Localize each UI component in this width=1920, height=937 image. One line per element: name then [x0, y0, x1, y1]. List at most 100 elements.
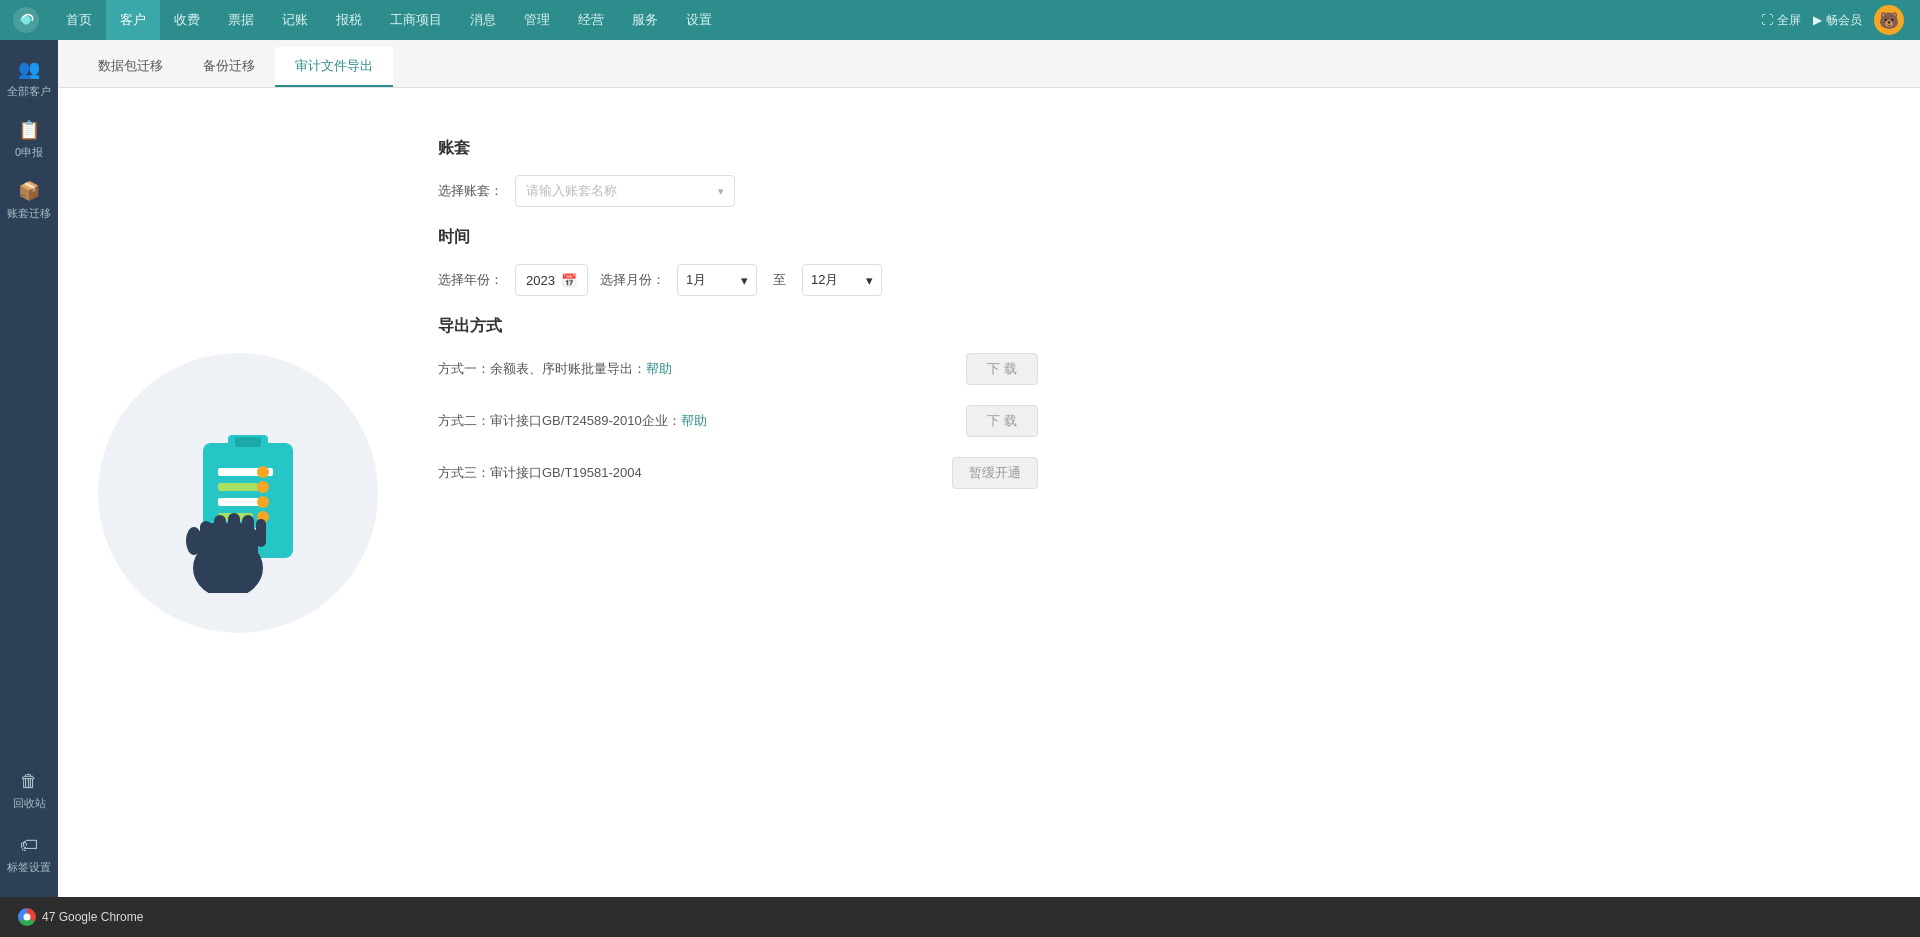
- export-method-1: 方式一：余额表、序时账批量导出：帮助 下 载: [438, 353, 1038, 385]
- export-method-1-label: 方式一：余额表、序时账批量导出：: [438, 361, 646, 376]
- time-row: 选择年份： 2023 📅 选择月份： 1月 ▾ 至 12月 ▾: [438, 264, 1038, 296]
- svg-rect-12: [235, 437, 261, 447]
- svg-rect-19: [256, 519, 266, 547]
- account-select-row: 选择账套： 请输入账套名称 ▾: [438, 175, 1038, 207]
- svg-point-7: [257, 466, 269, 478]
- page-content: 账套 选择账套： 请输入账套名称 ▾ 时间 选择年份： 2023 📅: [58, 88, 1920, 897]
- sidebar-label-account-migration: 账套迁移: [7, 206, 51, 221]
- export-method-2-text: 方式二：审计接口GB/T24589-2010企业：帮助: [438, 412, 707, 430]
- sidebar-item-trash[interactable]: 🗑 回收站: [3, 761, 55, 821]
- tag-icon: 🏷: [20, 835, 38, 856]
- audit-illustration: [148, 393, 328, 593]
- user-avatar[interactable]: 🐻: [1874, 5, 1904, 35]
- export-method-3: 方式三：审计接口GB/T19581-2004 暂缓开通: [438, 457, 1038, 489]
- top-nav: 首页 客户 收费 票据 记账 报税 工商项目 消息 管理 经营 服务 设置 ⛶ …: [0, 0, 1920, 40]
- nav-customer[interactable]: 客户: [106, 0, 160, 40]
- sidebar-item-zero-declaration[interactable]: 📋 0申报: [0, 109, 58, 170]
- tab-bar: 数据包迁移 备份迁移 审计文件导出: [58, 40, 1920, 88]
- fullscreen-button[interactable]: ⛶ 全屏: [1761, 12, 1801, 29]
- fullscreen-icon: ⛶: [1761, 13, 1773, 27]
- nav-settings[interactable]: 设置: [672, 0, 726, 40]
- end-month-value: 12月: [811, 271, 838, 289]
- export-method-2: 方式二：审计接口GB/T24589-2010企业：帮助 下 载: [438, 405, 1038, 437]
- tab-audit-export[interactable]: 审计文件导出: [275, 47, 393, 87]
- download-button-2[interactable]: 下 载: [966, 405, 1038, 437]
- export-method-2-label: 方式二：审计接口GB/T24589-2010企业：: [438, 413, 681, 428]
- svg-rect-18: [242, 515, 254, 550]
- month-label: 选择月份：: [600, 271, 665, 289]
- taskbar-chrome[interactable]: 47 Google Chrome: [8, 904, 153, 930]
- illustration-circle: [98, 353, 378, 633]
- account-select[interactable]: 请输入账套名称 ▾: [515, 175, 735, 207]
- start-month-chevron-icon: ▾: [741, 273, 748, 288]
- export-section-title: 导出方式: [438, 316, 1038, 337]
- nav-operation[interactable]: 经营: [564, 0, 618, 40]
- sidebar-label-trash: 回收站: [13, 796, 46, 811]
- nav-items: 首页 客户 收费 票据 记账 报税 工商项目 消息 管理 经营 服务 设置: [52, 0, 1761, 40]
- svg-rect-3: [218, 483, 258, 491]
- calendar-icon: 📅: [561, 273, 577, 288]
- nav-message[interactable]: 消息: [456, 0, 510, 40]
- content-area: 数据包迁移 备份迁移 审计文件导出: [58, 40, 1920, 897]
- start-month-select[interactable]: 1月 ▾: [677, 264, 757, 296]
- svg-point-20: [186, 527, 202, 555]
- chrome-icon: [18, 908, 36, 926]
- download-button-1[interactable]: 下 载: [966, 353, 1038, 385]
- tab-data-migration[interactable]: 数据包迁移: [78, 47, 183, 87]
- all-customers-icon: 👥: [18, 58, 40, 80]
- nav-tax[interactable]: 报税: [322, 0, 376, 40]
- nav-invoice[interactable]: 票据: [214, 0, 268, 40]
- sidebar-item-account-migration[interactable]: 📦 账套迁移: [0, 170, 58, 231]
- sidebar: 👥 全部客户 📋 0申报 📦 账套迁移 🗑 回收站 🏷 标签设置: [0, 40, 58, 897]
- top-nav-right: ⛶ 全屏 ▶ 畅会员 🐻: [1761, 5, 1920, 35]
- account-section-title: 账套: [438, 138, 1038, 159]
- member-icon: ▶: [1813, 13, 1822, 27]
- sidebar-label-zero-declaration: 0申报: [15, 145, 43, 160]
- export-method-3-text: 方式三：审计接口GB/T19581-2004: [438, 464, 642, 482]
- fullscreen-label: 全屏: [1777, 12, 1801, 29]
- year-label: 选择年份：: [438, 271, 503, 289]
- sidebar-label-all-customers: 全部客户: [7, 84, 51, 99]
- nav-bookkeeping[interactable]: 记账: [268, 0, 322, 40]
- account-select-placeholder: 请输入账套名称: [526, 182, 718, 200]
- trash-icon: 🗑: [20, 771, 38, 792]
- tab-backup-migration[interactable]: 备份迁移: [183, 47, 275, 87]
- nav-manage[interactable]: 管理: [510, 0, 564, 40]
- year-input[interactable]: 2023 📅: [515, 264, 588, 296]
- form-area: 账套 选择账套： 请输入账套名称 ▾ 时间 选择年份： 2023 📅: [438, 118, 1038, 867]
- end-month-select[interactable]: 12月 ▾: [802, 264, 882, 296]
- time-section-title: 时间: [438, 227, 1038, 248]
- taskbar-chrome-label: 47 Google Chrome: [42, 910, 143, 924]
- svg-rect-17: [228, 513, 240, 551]
- export-method-1-help-link[interactable]: 帮助: [646, 361, 672, 376]
- year-value: 2023: [526, 273, 555, 288]
- sidebar-label-tag-settings: 标签设置: [7, 860, 51, 875]
- svg-point-8: [257, 481, 269, 493]
- sidebar-bottom: 🗑 回收站 🏷 标签设置: [3, 761, 55, 897]
- svg-rect-16: [214, 515, 226, 551]
- nav-service[interactable]: 服务: [618, 0, 672, 40]
- export-method-2-help-link[interactable]: 帮助: [681, 413, 707, 428]
- export-method-1-text: 方式一：余额表、序时账批量导出：帮助: [438, 360, 672, 378]
- zero-declaration-icon: 📋: [18, 119, 40, 141]
- taskbar: 47 Google Chrome: [0, 897, 1920, 937]
- start-month-value: 1月: [686, 271, 706, 289]
- nav-business[interactable]: 工商项目: [376, 0, 456, 40]
- sidebar-item-all-customers[interactable]: 👥 全部客户: [0, 48, 58, 109]
- main-layout: 👥 全部客户 📋 0申报 📦 账套迁移 🗑 回收站 🏷 标签设置 数据包迁移: [0, 40, 1920, 897]
- illustration-area: [98, 118, 378, 867]
- account-migration-icon: 📦: [18, 180, 40, 202]
- nav-home[interactable]: 首页: [52, 0, 106, 40]
- nav-fee[interactable]: 收费: [160, 0, 214, 40]
- member-button[interactable]: ▶ 畅会员: [1813, 12, 1862, 29]
- coming-soon-button: 暂缓开通: [952, 457, 1038, 489]
- sidebar-item-tag-settings[interactable]: 🏷 标签设置: [3, 825, 55, 885]
- app-logo: [8, 2, 44, 38]
- svg-point-9: [257, 496, 269, 508]
- to-separator: 至: [769, 271, 790, 289]
- svg-rect-15: [200, 521, 212, 551]
- end-month-chevron-icon: ▾: [866, 273, 873, 288]
- account-select-label: 选择账套：: [438, 182, 503, 200]
- chevron-down-icon: ▾: [718, 185, 724, 198]
- member-label: 畅会员: [1826, 12, 1862, 29]
